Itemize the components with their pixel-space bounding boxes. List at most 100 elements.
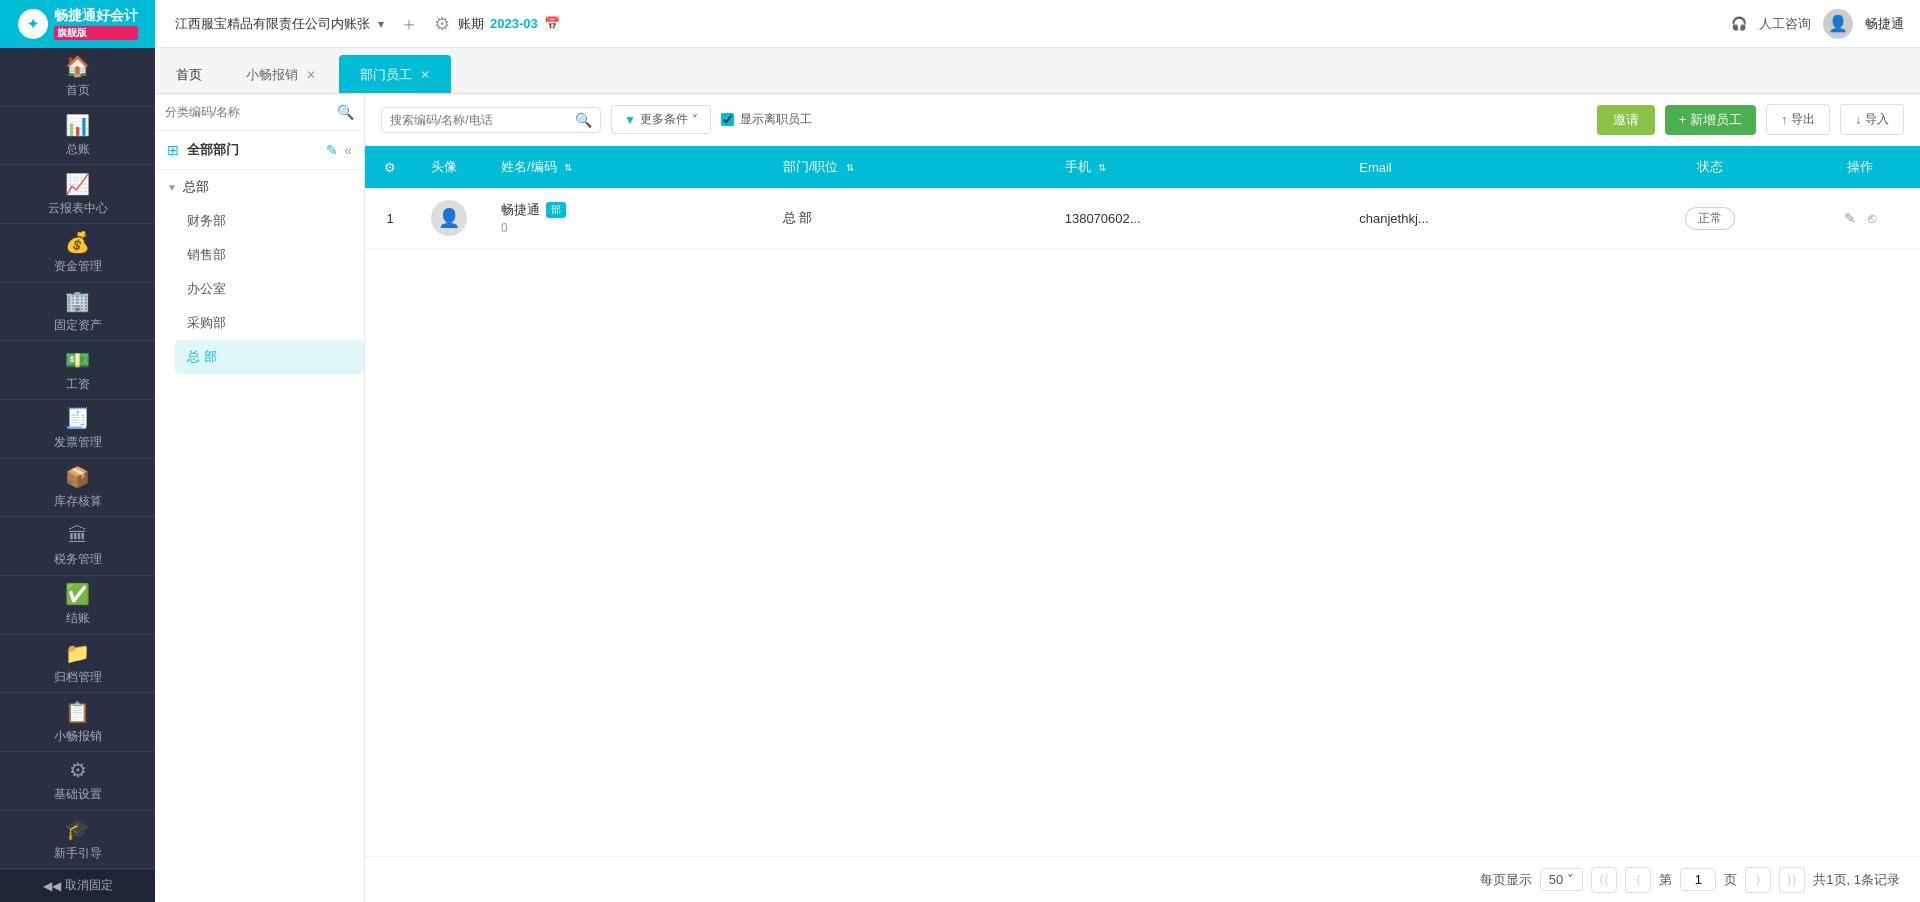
emp-name: 畅捷通 (501, 201, 540, 219)
employee-table: ⚙ 头像 姓名/编码 ⇅ 部门/职位 ⇅ (365, 146, 1920, 249)
dept-edit-icon[interactable]: ✎ (326, 142, 338, 158)
sidebar-item-tax[interactable]: 🏛 税务管理 (0, 517, 155, 576)
emp-search-icon[interactable]: 🔍 (575, 112, 592, 128)
sidebar-item-expense[interactable]: 📋 小畅报销 (0, 693, 155, 752)
filter-chevron-icon: ˅ (692, 113, 698, 127)
tab-bar: 首页 小畅报销 ✕ 部门员工 ✕ (155, 48, 1920, 94)
row-name-code: 畅捷通 部 0 (485, 188, 767, 249)
dept-header: ⊞ 全部部门 ✎ « (155, 131, 364, 170)
page-last-btn[interactable]: ⟩⟩ (1779, 867, 1805, 893)
page-number-input[interactable] (1680, 868, 1716, 891)
filter-label: 更多条件 (640, 111, 688, 128)
show-resigned-label: 显示离职员工 (740, 111, 812, 128)
unfix-arrow-icon: ◀◀ (43, 879, 61, 893)
calendar-icon[interactable]: 📅 (544, 16, 560, 31)
dept-search-icon[interactable]: 🔍 (337, 104, 354, 120)
dept-parent-general[interactable]: ▼ 总部 (155, 170, 364, 204)
company-name: 江西服宝精品有限责任公司内账张 (175, 15, 370, 33)
sidebar-item-home[interactable]: 🏠 首页 (0, 48, 155, 107)
emp-phone: 138070602... (1065, 211, 1141, 226)
sidebar-item-inventory[interactable]: 📦 库存核算 (0, 459, 155, 518)
tab-expense[interactable]: 小畅报销 ✕ (225, 55, 337, 93)
sidebar-unfix-btn[interactable]: ◀◀ 取消固定 (0, 870, 155, 903)
settings-sidebar-icon: ⚙ (69, 758, 87, 782)
inventory-icon: 📦 (65, 465, 90, 489)
checkout-icon: ✅ (65, 582, 90, 606)
emp-dept: 总 部 (783, 210, 813, 225)
logout-icon[interactable]: ⎋ (1868, 210, 1876, 226)
sidebar-item-funds[interactable]: 💰 资金管理 (0, 224, 155, 283)
tab-home[interactable]: 首页 (155, 55, 223, 93)
invite-button[interactable]: 邀请 (1597, 105, 1655, 135)
tab-department[interactable]: 部门员工 ✕ (339, 55, 451, 93)
sidebar-item-archive[interactable]: 📁 归档管理 (0, 635, 155, 694)
sidebar-item-checkout[interactable]: ✅ 结账 (0, 576, 155, 635)
username: 畅捷通 (1865, 15, 1904, 33)
page-size-select[interactable]: 50 ˅ (1540, 868, 1583, 891)
unfix-label: 取消固定 (65, 877, 113, 894)
th-name-code[interactable]: 姓名/编码 ⇅ (485, 146, 767, 188)
pagination: 每页显示 50 ˅ ⟨⟨ ⟨ 第 页 ⟩ ⟩⟩ 共1页, 1条记录 (365, 856, 1920, 902)
reports-icon: 📈 (65, 172, 90, 196)
import-button[interactable]: ↓ 导入 (1840, 104, 1904, 135)
row-index: 1 (365, 188, 415, 249)
dept-grid-icon: ⊞ (167, 142, 179, 158)
logo-area: ✦ 畅捷通好会计 旗舰版 (0, 0, 155, 48)
ai-consult-label[interactable]: 人工咨询 (1759, 15, 1811, 33)
dept-collapse-icon[interactable]: « (344, 142, 352, 158)
th-avatar: 头像 (415, 146, 485, 188)
all-dept-label: 全部部门 (187, 141, 318, 159)
user-avatar: 👤 (1823, 9, 1853, 39)
emp-search-box: 🔍 (381, 107, 601, 133)
dept-child-general-dept[interactable]: 总 部 (175, 340, 364, 374)
edit-icon[interactable]: ✎ (1844, 210, 1856, 226)
show-resigned-checkbox[interactable] (721, 113, 734, 126)
sidebar-item-settings[interactable]: ⚙ 基础设置 (0, 752, 155, 811)
page-first-btn[interactable]: ⟨⟨ (1591, 867, 1617, 893)
export-button[interactable]: ↑ 导出 (1766, 104, 1830, 135)
home-icon: 🏠 (65, 54, 90, 78)
emp-table: ⚙ 头像 姓名/编码 ⇅ 部门/职位 ⇅ (365, 146, 1920, 856)
sidebar-item-reports[interactable]: 📈 云报表中心 (0, 165, 155, 224)
tab-expense-close[interactable]: ✕ (306, 68, 316, 82)
dept-child-purchase[interactable]: 采购部 (175, 306, 364, 340)
page-prev-btn[interactable]: ⟨ (1625, 867, 1651, 893)
add-icon[interactable]: ＋ (400, 12, 418, 36)
sidebar-item-guide[interactable]: 🎓 新手引导 (0, 811, 155, 870)
dept-child-office[interactable]: 办公室 (175, 272, 364, 306)
th-phone[interactable]: 手机 ⇅ (1049, 146, 1344, 188)
dept-child-sales[interactable]: 销售部 (175, 238, 364, 272)
emp-search-input[interactable] (390, 113, 569, 127)
action-icons: ✎ ⎋ (1816, 210, 1904, 226)
page-next-btn[interactable]: ⟩ (1745, 867, 1771, 893)
headset-icon: 🎧 (1731, 16, 1747, 31)
sidebar-item-ledger[interactable]: 📊 总账 (0, 107, 155, 166)
page-size-value: 50 (1549, 872, 1563, 887)
import-icon: ↓ (1855, 113, 1861, 127)
content-area: 首页 小畅报销 ✕ 部门员工 ✕ 🔍 ⊞ 全部部门 (155, 48, 1920, 902)
th-settings[interactable]: ⚙ (365, 146, 415, 188)
sidebar-item-invoice[interactable]: 🧾 发票管理 (0, 400, 155, 459)
dept-children: 财务部 销售部 办公室 采购部 (155, 204, 364, 374)
filter-btn[interactable]: ▼ 更多条件 ˅ (611, 105, 711, 134)
top-actions: ＋ ⚙ (400, 12, 450, 36)
th-dept-position[interactable]: 部门/职位 ⇅ (767, 146, 1049, 188)
fixed-assets-icon: 🏢 (65, 289, 90, 313)
sidebar-item-salary[interactable]: 💵 工资 (0, 341, 155, 400)
company-dropdown-icon: ▾ (378, 17, 384, 31)
sidebar-item-fixed-assets[interactable]: 🏢 固定资产 (0, 283, 155, 342)
add-employee-button[interactable]: + 新增员工 (1665, 105, 1756, 135)
period-area: 账期 2023-03 📅 (458, 15, 560, 33)
page-size-label: 每页显示 (1480, 871, 1532, 889)
dept-search-area: 🔍 (155, 94, 364, 131)
logo-sub-badge: 旗舰版 (54, 26, 138, 40)
settings-icon[interactable]: ⚙ (434, 13, 450, 35)
ledger-icon: 📊 (65, 113, 90, 137)
tab-department-close[interactable]: ✕ (420, 68, 430, 82)
dept-child-finance[interactable]: 财务部 (175, 204, 364, 238)
company-selector[interactable]: 江西服宝精品有限责任公司内账张 ▾ (175, 15, 384, 33)
table-row: 1 👤 畅捷通 部 0 (365, 188, 1920, 249)
dept-search-input[interactable] (165, 105, 337, 119)
table-header-row: ⚙ 头像 姓名/编码 ⇅ 部门/职位 ⇅ (365, 146, 1920, 188)
goto-label: 第 (1659, 871, 1672, 889)
